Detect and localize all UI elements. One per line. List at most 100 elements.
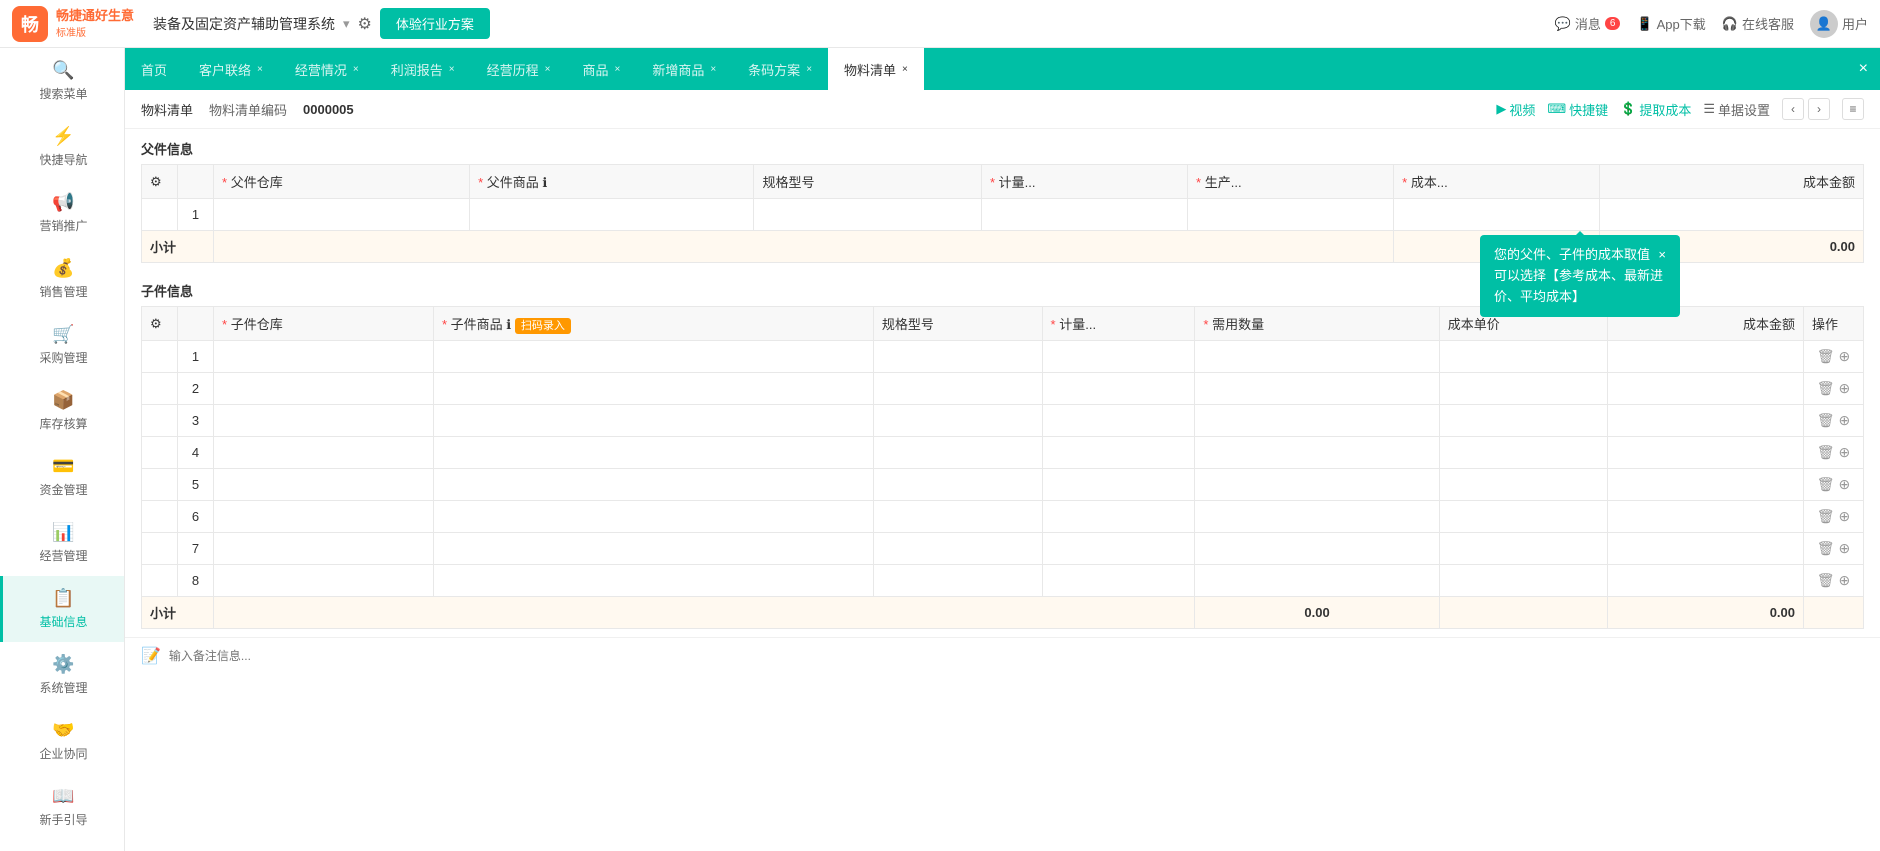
sidebar-item-operation[interactable]: 📊 经营管理 [0, 510, 124, 576]
breadcrumb-bom[interactable]: 物料清单 [141, 100, 193, 119]
delete-row-4[interactable]: 🗑 [1817, 444, 1835, 460]
copy-row-5[interactable]: ⊕ [1839, 476, 1851, 492]
trial-button[interactable]: 体验行业方案 [380, 8, 490, 39]
delete-row-3[interactable]: 🗑 [1817, 412, 1835, 428]
avatar: 👤 [1810, 10, 1838, 38]
sidebar-item-inventory[interactable]: 📦 库存核算 [0, 378, 124, 444]
sidebar-item-quick-nav[interactable]: ⚡ 快捷导航 [0, 114, 124, 180]
sidebar-item-search[interactable]: 🔍 搜索菜单 [0, 48, 124, 114]
tab-business[interactable]: 经营情况 × [279, 48, 375, 90]
breadcrumb-bar: 物料清单 物料清单编码 0000005 ▶ 视频 ⌨ 快捷键 💲 提取成本 [125, 90, 1880, 129]
tab-bom[interactable]: 物料清单 × [828, 48, 924, 90]
settings-button[interactable]: ⚙ [358, 14, 372, 34]
app-download-button[interactable]: 📱 App下载 [1636, 14, 1705, 33]
th-child-unit: * 计量... [1042, 307, 1195, 341]
close-barcode-tab[interactable]: × [806, 64, 812, 75]
get-cost-button[interactable]: 💲 提取成本 [1620, 100, 1691, 119]
sidebar-item-purchase[interactable]: 🛒 采购管理 [0, 312, 124, 378]
tab-new-goods[interactable]: 新增商品 × [636, 48, 732, 90]
note-input[interactable] [169, 649, 1864, 663]
online-service-button[interactable]: 🎧 在线客服 [1722, 14, 1794, 33]
parent-spec-cell[interactable] [754, 199, 981, 231]
sidebar-item-sales[interactable]: 💰 销售管理 [0, 246, 124, 312]
view-video-button[interactable]: ▶ 视频 [1496, 100, 1535, 119]
menu-btn[interactable]: ≡ [1842, 98, 1864, 120]
child-warehouse-1[interactable] [214, 341, 434, 373]
child-unit-1[interactable] [1042, 341, 1195, 373]
sidebar-item-system[interactable]: ⚙️ 系统管理 [0, 642, 124, 708]
child-subtotal-qty: 0.00 [1195, 597, 1439, 629]
copy-row-4[interactable]: ⊕ [1839, 444, 1851, 460]
parent-goods-cell[interactable] [470, 199, 754, 231]
delete-row-7[interactable]: 🗑 [1817, 540, 1835, 556]
tab-barcode[interactable]: 条码方案 × [732, 48, 828, 90]
parent-row-settings [142, 199, 178, 231]
user-button[interactable]: 👤 用户 [1810, 10, 1868, 38]
prev-arrow[interactable]: ‹ [1782, 98, 1804, 120]
shortcut-button[interactable]: ⌨ 快捷键 [1547, 100, 1608, 119]
system-dropdown-icon[interactable]: ▾ [343, 16, 350, 32]
sidebar-item-marketing[interactable]: 📢 营销推广 [0, 180, 124, 246]
parent-cost-cell[interactable] [1394, 199, 1600, 231]
gear-icon: ⚙️ [52, 654, 74, 675]
close-all-tabs[interactable]: × [1847, 60, 1880, 78]
copy-row-2[interactable]: ⊕ [1839, 380, 1851, 396]
close-business-tab[interactable]: × [353, 64, 359, 75]
scan-badge[interactable]: 扫码录入 [515, 318, 571, 334]
single-setting-button[interactable]: ☰ 单据设置 [1703, 100, 1770, 119]
parent-unit-cell[interactable] [981, 199, 1187, 231]
parent-cost-amount-cell [1600, 199, 1864, 231]
close-goods-tab[interactable]: × [614, 64, 620, 75]
delete-row-5[interactable]: 🗑 [1817, 476, 1835, 492]
nav-arrows: ‹ › [1782, 98, 1830, 120]
sidebar-item-finance[interactable]: 💳 资金管理 [0, 444, 124, 510]
copy-row-6[interactable]: ⊕ [1839, 508, 1851, 524]
child-qty-1[interactable] [1195, 341, 1439, 373]
parent-warehouse-cell[interactable] [214, 199, 470, 231]
tab-customer[interactable]: 客户联络 × [183, 48, 279, 90]
delete-row-6[interactable]: 🗑 [1817, 508, 1835, 524]
th-parent-goods: * 父件商品 ℹ [470, 165, 754, 199]
parent-production-cell[interactable] [1188, 199, 1394, 231]
sidebar-item-guide[interactable]: 📖 新手引导 [0, 774, 124, 840]
content-area: 首页 客户联络 × 经营情况 × 利润报告 × 经营历程 × 商品 × [125, 48, 1880, 851]
th-parent-cost: * 成本... [1394, 165, 1600, 199]
close-customer-tab[interactable]: × [257, 64, 263, 75]
copy-row-8[interactable]: ⊕ [1839, 572, 1851, 588]
copy-row-7[interactable]: ⊕ [1839, 540, 1851, 556]
play-icon: ▶ [1496, 101, 1506, 117]
close-bom-tab[interactable]: × [902, 64, 908, 75]
logo-icon: 畅 [12, 6, 48, 42]
delete-row-8[interactable]: 🗑 [1817, 572, 1835, 588]
delete-row-2[interactable]: 🗑 [1817, 380, 1835, 396]
sidebar-item-basic-info[interactable]: 📋 基础信息 [0, 576, 124, 642]
tab-home[interactable]: 首页 [125, 48, 183, 90]
page-content: 物料清单 物料清单编码 0000005 ▶ 视频 ⌨ 快捷键 💲 提取成本 [125, 90, 1880, 851]
tab-profit[interactable]: 利润报告 × [375, 48, 471, 90]
logo-area: 畅 畅捷通好生意 标准版 [12, 6, 137, 42]
close-history-tab[interactable]: × [545, 64, 551, 75]
next-arrow[interactable]: › [1808, 98, 1830, 120]
sidebar-item-cooperation[interactable]: 🤝 企业协同 [0, 708, 124, 774]
child-num-1: 1 [178, 341, 214, 373]
handshake-icon: 🤝 [52, 720, 74, 741]
note-icon: 📝 [141, 646, 161, 666]
tooltip-popup: × 您的父件、子件的成本取值可以选择【参考成本、最新进价、平均成本】 [1480, 235, 1680, 317]
copy-row-1[interactable]: ⊕ [1839, 348, 1851, 364]
message-button[interactable]: 💬 消息 6 [1555, 14, 1621, 33]
child-unit-cost-1[interactable] [1439, 341, 1608, 373]
th-parent-production: * 生产... [1188, 165, 1394, 199]
delete-row-1[interactable]: 🗑 [1817, 348, 1835, 364]
bottom-note: 📝 [125, 637, 1880, 674]
child-spec-1[interactable] [873, 341, 1042, 373]
tab-goods[interactable]: 商品 × [566, 48, 636, 90]
th-parent-spec: 规格型号 [754, 165, 981, 199]
search-icon: 🔍 [52, 60, 74, 81]
copy-row-3[interactable]: ⊕ [1839, 412, 1851, 428]
child-goods-1[interactable] [433, 341, 873, 373]
close-new-goods-tab[interactable]: × [710, 64, 716, 75]
close-profit-tab[interactable]: × [449, 64, 455, 75]
th-child-warehouse: * 子件仓库 [214, 307, 434, 341]
tooltip-close[interactable]: × [1658, 245, 1666, 266]
tab-history[interactable]: 经营历程 × [471, 48, 567, 90]
